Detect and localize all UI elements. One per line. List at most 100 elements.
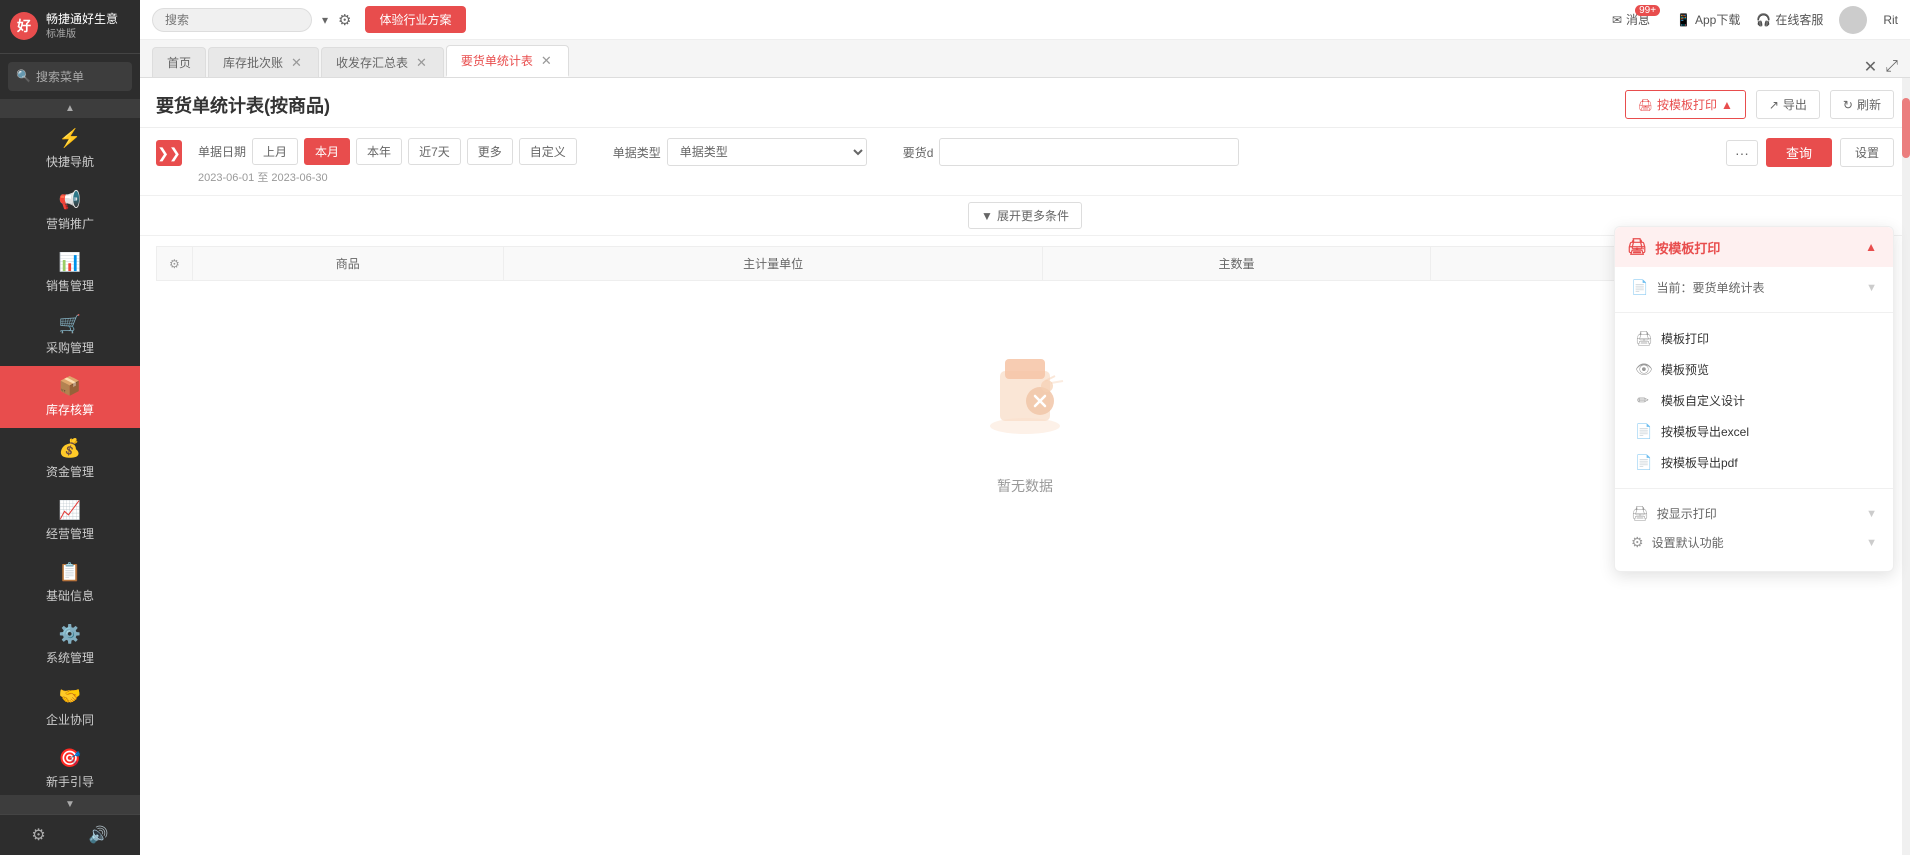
user-avatar — [1839, 6, 1867, 34]
message-icon: ✉ — [1612, 13, 1622, 27]
print-header-icon: 🖨 — [1627, 237, 1647, 257]
sidebar-item-inventory[interactable]: 📦 库存核算 — [0, 366, 140, 428]
expand-down-icon: ▼ — [981, 209, 993, 223]
goods-input[interactable] — [939, 138, 1239, 166]
export-button[interactable]: ↗ 导出 — [1756, 90, 1820, 119]
filter-expand-button[interactable]: ❯❯ — [156, 140, 182, 166]
dropdown-arrow-icon: ▲ — [1865, 240, 1877, 254]
tab-batch-close[interactable]: ✕ — [289, 56, 304, 69]
divider-1 — [1615, 312, 1893, 313]
sidebar: 好 畅捷通好生意 标准版 🔍 搜索菜单 ▲ ⚡ 快捷导航 📢 营销推广 📊 销售… — [0, 0, 140, 855]
sidebar-item-basic[interactable]: 📋 基础信息 — [0, 552, 140, 614]
goods-filter-group: 要货d — [903, 138, 1240, 166]
online-service-button[interactable]: 🎧 在线客服 — [1756, 11, 1823, 28]
tab-home[interactable]: 首页 — [152, 47, 206, 77]
dropdown-default-func[interactable]: ⚙ 设置默认功能 ▼ — [1615, 528, 1893, 557]
date-more[interactable]: 更多 — [467, 138, 513, 165]
date-7days[interactable]: 近7天 — [408, 138, 461, 165]
th-qty: 主数量 — [1043, 247, 1430, 281]
app-download-button[interactable]: 📱 App下载 — [1676, 11, 1740, 28]
tab-batch[interactable]: 库存批次账 ✕ — [208, 47, 319, 77]
sidebar-item-finance[interactable]: 💰 资金管理 — [0, 428, 140, 490]
query-buttons: ··· 查询 设置 — [1726, 138, 1894, 167]
date-this-year[interactable]: 本年 — [356, 138, 402, 165]
tab-maximize-button[interactable]: ⤢ — [1885, 58, 1898, 76]
tab-order-stat-close[interactable]: ✕ — [539, 54, 554, 67]
template-design-icon: ✏ — [1635, 392, 1651, 409]
current-left: 📄 当前：要货单统计表 — [1631, 279, 1764, 296]
current-doc-icon: 📄 — [1631, 279, 1648, 296]
topbar-dropdown-button[interactable]: ▾ — [322, 13, 328, 27]
footer-settings-button[interactable]: ⚙ — [31, 825, 45, 845]
purchase-icon: 🛒 — [59, 314, 81, 335]
template-print-icon: 🖨 — [1635, 330, 1651, 347]
search-menu-button[interactable]: 🔍 搜索菜单 — [8, 62, 132, 91]
template-pdf-icon: 📄 — [1635, 454, 1651, 471]
default-func-arrow-icon: ▼ — [1866, 537, 1877, 549]
scrollbar-thumb[interactable] — [1902, 98, 1910, 158]
phone-icon: 📱 — [1676, 13, 1691, 27]
inventory-icon: 📦 — [59, 376, 81, 397]
tab-order-stat[interactable]: 要货单统计表 ✕ — [446, 45, 569, 77]
dropdown-item-template-pdf[interactable]: 📄 按模板导出pdf — [1615, 447, 1893, 478]
page-title: 要货单统计表(按商品) — [156, 92, 330, 118]
sidebar-scroll-up[interactable]: ▲ — [0, 99, 140, 118]
sidebar-item-guide[interactable]: 🎯 新手引导 — [0, 738, 140, 795]
tab-minimize-button[interactable]: ✕ — [1864, 57, 1877, 77]
dropdown-item-template-design[interactable]: ✏ 模板自定义设计 — [1615, 385, 1893, 416]
sidebar-item-operations[interactable]: 📈 经营管理 — [0, 490, 140, 552]
current-arrow-icon: ▼ — [1866, 282, 1877, 294]
table-settings-icon[interactable]: ⚙ — [169, 257, 180, 271]
refresh-button[interactable]: ↻ 刷新 — [1830, 90, 1894, 119]
export-icon: ↗ — [1769, 98, 1779, 112]
sidebar-item-system[interactable]: ⚙️ 系统管理 — [0, 614, 140, 676]
print-dropdown-menu: 🖨 按模板打印 ▲ 📄 当前：要货单统计表 ▼ 🖨 模板打 — [1614, 226, 1894, 572]
print-icon: 🖨 — [1638, 98, 1653, 112]
sales-icon: 📊 — [59, 252, 81, 273]
search-icon: 🔍 — [16, 69, 31, 83]
settings-button[interactable]: 设置 — [1840, 138, 1894, 167]
date-last-month[interactable]: 上月 — [252, 138, 298, 165]
shortcut-icon: ⚡ — [59, 128, 81, 149]
date-this-month[interactable]: 本月 — [304, 138, 350, 165]
messages-button[interactable]: ✉ 消息 99+ — [1612, 11, 1650, 28]
dropdown-display-print[interactable]: 🖨 按显示打印 ▼ — [1615, 499, 1893, 528]
default-func-icon: ⚙ — [1631, 534, 1644, 551]
sidebar-item-sales[interactable]: 📊 销售管理 — [0, 242, 140, 304]
sidebar-item-shortcut[interactable]: ⚡ 快捷导航 — [0, 118, 140, 180]
expand-more-button[interactable]: ▼ 展开更多条件 — [968, 202, 1082, 229]
date-label: 单据日期 — [198, 143, 246, 160]
footer-sound-button[interactable]: 🔊 — [89, 825, 109, 845]
date-custom[interactable]: 自定义 — [519, 138, 577, 165]
default-func-left: ⚙ 设置默认功能 — [1631, 534, 1724, 551]
vertical-scrollbar[interactable] — [1902, 78, 1910, 855]
sidebar-item-purchase[interactable]: 🛒 采购管理 — [0, 304, 140, 366]
dropdown-item-template-preview[interactable]: 👁 模板预览 — [1615, 354, 1893, 385]
tab-collection-close[interactable]: ✕ — [414, 56, 429, 69]
sidebar-search-area: 🔍 搜索菜单 — [0, 54, 140, 99]
topbar-gear-button[interactable]: ⚙ — [338, 11, 351, 29]
logo-icon: 好 — [10, 12, 38, 40]
divider-2 — [1615, 488, 1893, 489]
th-settings: ⚙ — [157, 247, 193, 281]
app-logo: 好 畅捷通好生意 标准版 — [0, 0, 140, 54]
dropdown-item-template-print[interactable]: 🖨 模板打印 — [1615, 323, 1893, 354]
type-filter: 单据类型 单据类型 — [613, 138, 867, 166]
topbar-search-input[interactable] — [152, 8, 312, 32]
dropdown-item-template-excel[interactable]: 📄 按模板导出excel — [1615, 416, 1893, 447]
cooperation-icon: 🤝 — [59, 686, 81, 707]
print-template-button[interactable]: 🖨 按模板打印 ▲ — [1625, 90, 1746, 119]
sidebar-item-cooperation[interactable]: 🤝 企业协同 — [0, 676, 140, 738]
sidebar-scroll-down[interactable]: ▼ — [0, 795, 140, 814]
date-filter: 单据日期 上月 本月 本年 近7天 更多 自定义 2023-06-01 至 20… — [198, 138, 577, 185]
type-select[interactable]: 单据类型 — [667, 138, 867, 166]
query-button[interactable]: 查询 — [1766, 138, 1832, 167]
tab-collection[interactable]: 收发存汇总表 ✕ — [321, 47, 444, 77]
trial-button[interactable]: 体验行业方案 — [365, 6, 465, 33]
display-print-left: 🖨 按显示打印 — [1631, 505, 1717, 522]
date-filter-group: 单据日期 上月 本月 本年 近7天 更多 自定义 — [198, 138, 577, 165]
more-button[interactable]: ··· — [1726, 140, 1758, 166]
sidebar-item-marketing[interactable]: 📢 营销推广 — [0, 180, 140, 242]
dropdown-current-item[interactable]: 📄 当前：要货单统计表 ▼ — [1615, 273, 1893, 302]
dropdown-header[interactable]: 🖨 按模板打印 ▲ — [1615, 227, 1893, 267]
